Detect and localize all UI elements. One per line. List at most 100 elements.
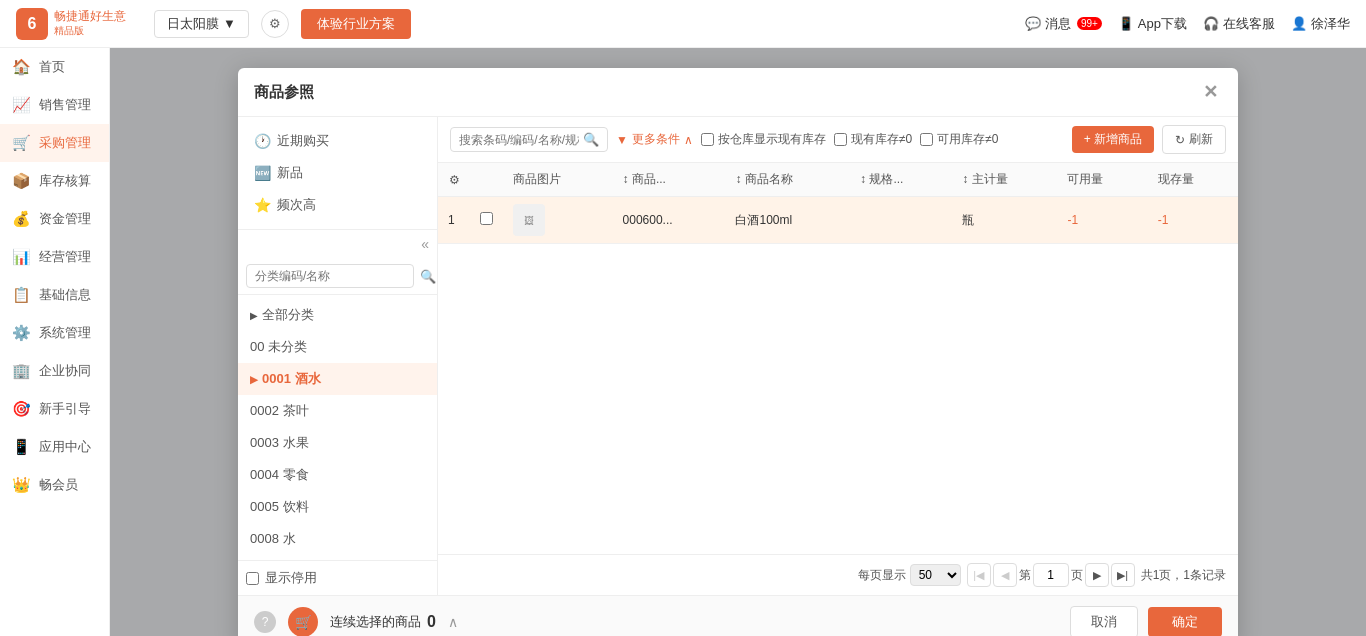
- more-filter-btn[interactable]: ▼ 更多条件 ∧: [616, 131, 693, 148]
- category-0004[interactable]: 0004 零食: [238, 459, 437, 491]
- footer-left-area: ? 🛒 连续选择的商品 0 ∧: [254, 607, 458, 636]
- sidebar-item-app-center[interactable]: 📱 应用中心: [0, 428, 109, 466]
- modal-close-button[interactable]: ✕: [1198, 80, 1222, 104]
- category-00[interactable]: 00 未分类: [238, 331, 437, 363]
- messages-btn[interactable]: 💬 消息 99+: [1025, 15, 1102, 33]
- page-size-dropdown[interactable]: 20 50 100: [910, 564, 961, 586]
- cell-image: 🖼: [503, 197, 613, 244]
- page-label: 第: [1019, 567, 1031, 584]
- experience-btn[interactable]: 体验行业方案: [301, 9, 411, 39]
- col-stock: 现存量: [1148, 163, 1238, 197]
- available-filter-group: 现有库存≠0: [834, 131, 912, 148]
- modal-overlay: 商品参照 ✕ 🕐 近期购买 🆕: [110, 48, 1366, 636]
- refresh-icon: ↻: [1175, 133, 1185, 147]
- usable-ne0-checkbox[interactable]: [920, 133, 933, 146]
- product-search-input[interactable]: [459, 133, 579, 147]
- enterprise-icon: 🏢: [12, 362, 31, 380]
- col-check: [470, 163, 503, 197]
- footer-collapse-btn[interactable]: ∧: [448, 614, 458, 630]
- tab-new-products[interactable]: 🆕 新品: [246, 157, 429, 189]
- confirm-btn[interactable]: 确定: [1148, 607, 1222, 636]
- page-last-btn[interactable]: ▶|: [1111, 563, 1135, 587]
- refresh-btn[interactable]: ↻ 刷新: [1162, 125, 1226, 154]
- category-search-icon[interactable]: 🔍: [420, 269, 436, 284]
- headset-icon: 🎧: [1203, 16, 1219, 31]
- sidebar-item-system[interactable]: ⚙️ 系统管理: [0, 314, 109, 352]
- tab-recent-purchase[interactable]: 🕐 近期购买: [246, 125, 429, 157]
- sidebar-item-finance[interactable]: 💰 资金管理: [0, 200, 109, 238]
- nav-company-dropdown[interactable]: 日太阳膜 ▼: [154, 10, 249, 38]
- finance-icon: 💰: [12, 210, 31, 228]
- category-0001[interactable]: ▶ 0001 酒水: [238, 363, 437, 395]
- col-code[interactable]: ↕ 商品...: [613, 163, 726, 197]
- warehouse-filter-group: 按仓库显示现有库存: [701, 131, 826, 148]
- col-image: 商品图片: [503, 163, 613, 197]
- star-icon: ⭐: [254, 197, 271, 213]
- sidebar-item-guide[interactable]: 🎯 新手引导: [0, 390, 109, 428]
- purchase-icon: 🛒: [12, 134, 31, 152]
- page-nav: |◀ ◀ 第 页 ▶ ▶|: [967, 563, 1135, 587]
- category-all[interactable]: ▶ 全部分类: [238, 299, 437, 331]
- member-icon: 👑: [12, 476, 31, 494]
- user-menu-btn[interactable]: 👤 徐泽华: [1291, 15, 1350, 33]
- cancel-btn[interactable]: 取消: [1070, 606, 1138, 636]
- sidebar-item-enterprise[interactable]: 🏢 企业协同: [0, 352, 109, 390]
- category-0003[interactable]: 0003 水果: [238, 427, 437, 459]
- sidebar-item-basic[interactable]: 📋 基础信息: [0, 276, 109, 314]
- settings-gear-icon[interactable]: ⚙: [261, 10, 289, 38]
- category-0002[interactable]: 0002 茶叶: [238, 395, 437, 427]
- product-thumbnail: 🖼: [513, 204, 545, 236]
- footer-right-area: 取消 确定: [1070, 606, 1222, 636]
- quick-filter-tabs: 🕐 近期购买 🆕 新品 ⭐ 频次高: [238, 117, 437, 230]
- expand-arrow-icon: ▶: [250, 310, 258, 321]
- mobile-icon: 📱: [1118, 16, 1134, 31]
- cart-icon[interactable]: 🛒: [288, 607, 318, 636]
- category-search-input[interactable]: [246, 264, 414, 288]
- col-spec[interactable]: ↕ 规格...: [850, 163, 952, 197]
- by-warehouse-label[interactable]: 按仓库显示现有库存: [718, 131, 826, 148]
- modal-title: 商品参照: [254, 83, 314, 102]
- operation-icon: 📊: [12, 248, 31, 266]
- col-name[interactable]: ↕ 商品名称: [725, 163, 850, 197]
- category-tree: ▶ 全部分类 00 未分类 ▶ 0001 酒水 0002 茶: [238, 295, 437, 560]
- table-row[interactable]: 1 🖼: [438, 197, 1238, 244]
- logo-text: 畅捷通好生意: [54, 9, 126, 25]
- sidebar-item-operation[interactable]: 📊 经营管理: [0, 238, 109, 276]
- category-0008[interactable]: 0008 水: [238, 523, 437, 555]
- row-checkbox[interactable]: [480, 212, 493, 225]
- usable-ne0-label[interactable]: 可用库存≠0: [937, 131, 998, 148]
- by-warehouse-checkbox[interactable]: [701, 133, 714, 146]
- collapse-left-btn[interactable]: «: [421, 236, 429, 252]
- selected-info: 连续选择的商品 0: [330, 613, 436, 631]
- page-number-input[interactable]: [1033, 563, 1069, 587]
- search-icon[interactable]: 🔍: [583, 132, 599, 147]
- content-area: 商品参照 ✕ 🕐 近期购买 🆕: [110, 48, 1366, 636]
- pagination-area: 每页显示 20 50 100 |◀ ◀ 第: [438, 554, 1238, 595]
- page-next-btn[interactable]: ▶: [1085, 563, 1109, 587]
- add-product-btn[interactable]: + 新增商品: [1072, 126, 1154, 153]
- user-avatar-icon: 👤: [1291, 16, 1307, 31]
- sidebar-item-sales[interactable]: 📈 销售管理: [0, 86, 109, 124]
- available-ne0-checkbox[interactable]: [834, 133, 847, 146]
- available-ne0-label[interactable]: 现有库存≠0: [851, 131, 912, 148]
- filter-arrow-icon: ∧: [684, 133, 693, 147]
- sidebar-item-member[interactable]: 👑 畅会员: [0, 466, 109, 504]
- tab-frequent[interactable]: ⭐ 频次高: [246, 189, 429, 221]
- show-disabled-checkbox[interactable]: [246, 572, 259, 585]
- app-download-btn[interactable]: 📱 App下载: [1118, 15, 1187, 33]
- sidebar-item-inventory[interactable]: 📦 库存核算: [0, 162, 109, 200]
- page-first-btn[interactable]: |◀: [967, 563, 991, 587]
- col-unit[interactable]: ↕ 主计量: [952, 163, 1057, 197]
- cell-checkbox[interactable]: [470, 197, 503, 244]
- online-service-btn[interactable]: 🎧 在线客服: [1203, 15, 1275, 33]
- sidebar-item-purchase[interactable]: 🛒 采购管理: [0, 124, 109, 162]
- help-icon[interactable]: ?: [254, 611, 276, 633]
- page-prev-btn[interactable]: ◀: [993, 563, 1017, 587]
- usable-filter-group: 可用库存≠0: [920, 131, 998, 148]
- col-settings[interactable]: ⚙: [438, 163, 470, 197]
- sidebar-item-home[interactable]: 🏠 首页: [0, 48, 109, 86]
- show-disabled-label[interactable]: 显示停用: [265, 569, 317, 587]
- cell-available: -1: [1057, 197, 1147, 244]
- modal-toolbar: 🔍 ▼ 更多条件 ∧ 按仓库显示现有库存: [438, 117, 1238, 163]
- category-0005[interactable]: 0005 饮料: [238, 491, 437, 523]
